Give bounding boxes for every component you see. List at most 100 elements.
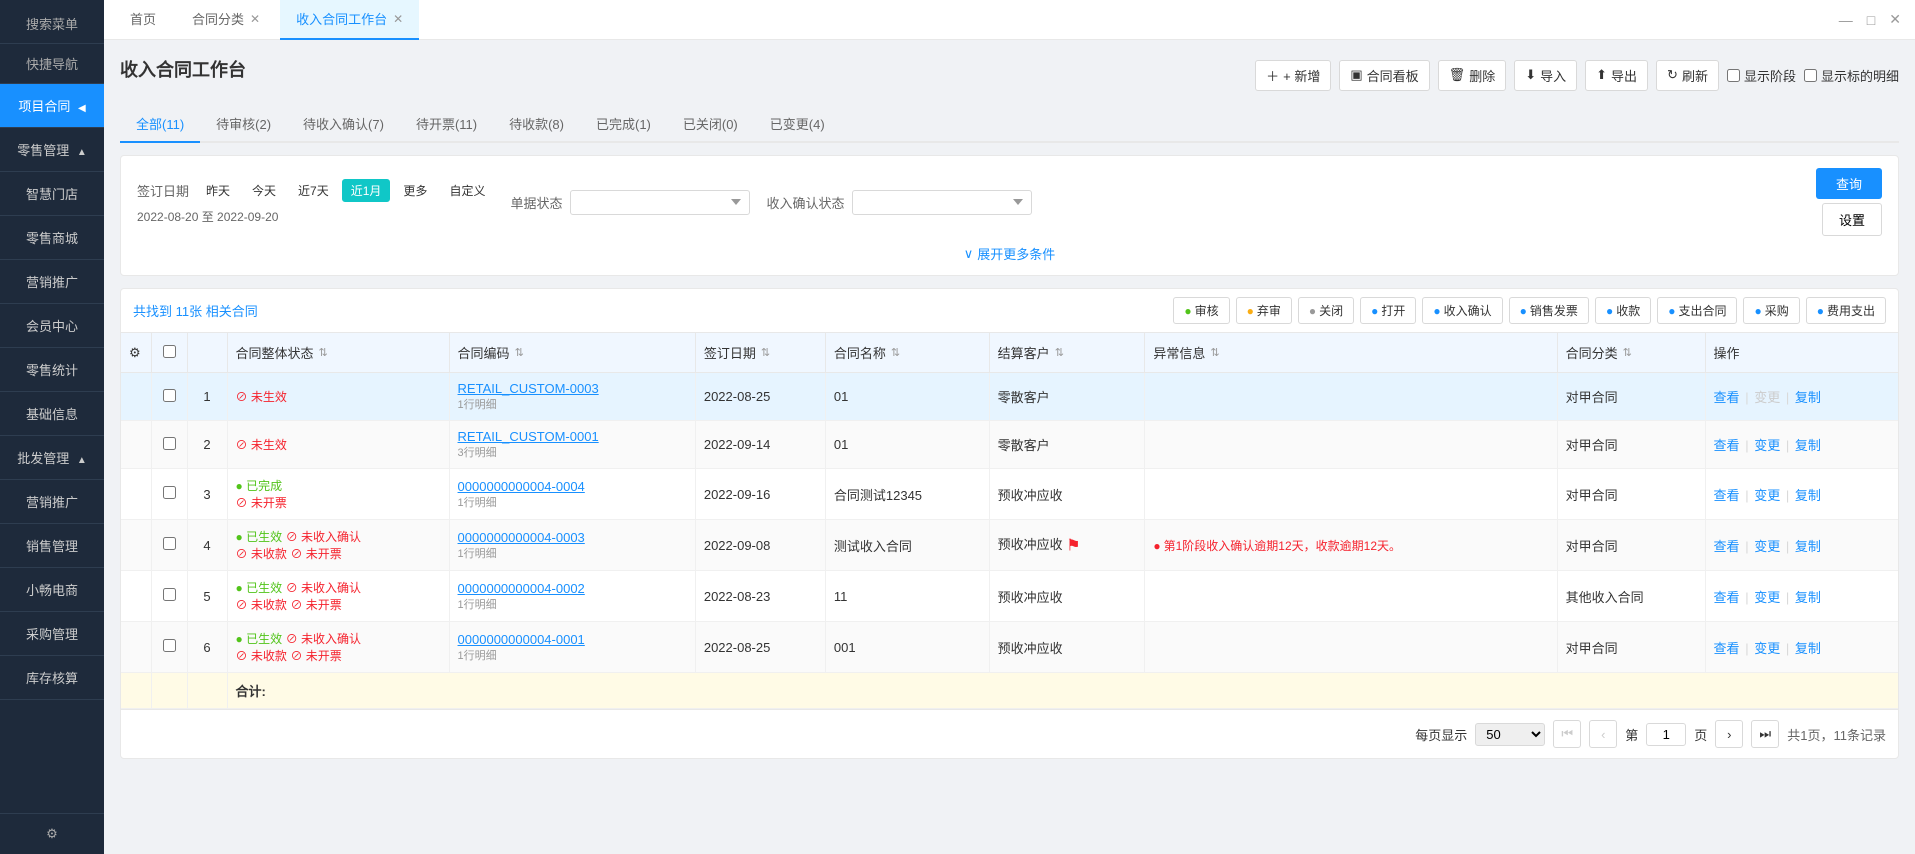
contract-link[interactable]: 0000000000004-0003 [458,530,585,545]
op-change[interactable]: 变更 [1754,641,1780,656]
sidebar-item-basic-info[interactable]: 基础信息 [0,392,104,436]
op-copy[interactable]: 复制 [1795,488,1821,503]
op-view[interactable]: 查看 [1714,488,1740,503]
op-view[interactable]: 查看 [1714,539,1740,554]
col-sign-date[interactable]: 签订日期 ⇅ [695,333,825,373]
contract-link[interactable]: 0000000000004-0004 [458,479,585,494]
contract-board-button[interactable]: ▣ 合同看板 [1339,60,1429,91]
date-btn-today[interactable]: 今天 [243,179,285,202]
date-btn-more[interactable]: 更多 [394,179,436,202]
date-btn-7days[interactable]: 近7天 [289,179,338,202]
delete-button[interactable]: 🗑 删除 [1438,60,1507,91]
income-confirm-select[interactable] [852,190,1032,215]
import-button[interactable]: ⬇ 导入 [1514,60,1577,91]
select-all-checkbox[interactable] [163,345,176,358]
status-tab-pending-payment[interactable]: 待收款(8) [493,106,580,143]
print-action-btn[interactable]: ● 打开 [1360,297,1416,324]
tab-home[interactable]: 首页 [114,0,172,40]
status-tab-completed[interactable]: 已完成(1) [580,106,667,143]
sidebar-item-retail-mall[interactable]: 零售商城 [0,216,104,260]
op-view[interactable]: 查看 [1714,590,1740,605]
sidebar-item-sales-mgmt[interactable]: 销售管理 [0,524,104,568]
cell-checkbox[interactable] [151,520,187,571]
expand-filter-button[interactable]: ∨ 展开更多条件 [964,244,1056,263]
close-action-btn[interactable]: ● 关闭 [1298,297,1354,324]
date-btn-yesterday[interactable]: 昨天 [197,179,239,202]
sales-invoice-action-btn[interactable]: ● 销售发票 [1509,297,1589,324]
op-view[interactable]: 查看 [1714,438,1740,453]
last-page-button[interactable]: ⏭ [1751,720,1779,748]
tab-income-workbench[interactable]: 收入合同工作台 ✕ [280,0,419,40]
sidebar-item-member[interactable]: 会员中心 [0,304,104,348]
col-contract-name[interactable]: 合同名称 ⇅ [825,333,989,373]
tab-close-income-workbench[interactable]: ✕ [393,12,403,26]
filter-settings-button[interactable]: 设置 [1822,203,1882,236]
op-view[interactable]: 查看 [1714,641,1740,656]
sidebar-item-retail-mgmt[interactable]: 零售管理 ▲ [0,128,104,172]
sidebar-settings[interactable]: ⚙ [0,813,104,854]
maximize-button[interactable]: □ [1863,12,1879,28]
close-button[interactable]: ✕ [1885,11,1905,28]
op-change[interactable]: 变更 [1754,590,1780,605]
cell-checkbox[interactable] [151,571,187,622]
cell-checkbox[interactable] [151,421,187,469]
show-details-checkbox[interactable]: 显示标的明细 [1804,66,1899,85]
prev-page-button[interactable]: ‹ [1589,720,1617,748]
op-copy[interactable]: 复制 [1795,539,1821,554]
page-input[interactable] [1646,723,1686,746]
sidebar-item-project[interactable]: 项目合同 ◀ [0,84,104,128]
op-copy[interactable]: 复制 [1795,641,1821,656]
op-view[interactable]: 查看 [1714,390,1740,405]
op-change[interactable]: 变更 [1754,539,1780,554]
page-size-select[interactable]: 50 20 100 [1475,723,1545,746]
tab-close-contract-category[interactable]: ✕ [250,12,260,26]
abandon-action-btn[interactable]: ● 弃审 [1236,297,1292,324]
sidebar-item-sales-marketing[interactable]: 营销推广 [0,480,104,524]
sidebar-quick-nav[interactable]: 快捷导航 [0,44,104,84]
col-settings[interactable]: ⚙ [121,333,151,373]
cell-checkbox[interactable] [151,373,187,421]
cell-checkbox[interactable] [151,622,187,673]
col-overall-status[interactable]: 合同整体状态 ⇅ [227,333,449,373]
status-tab-pending-invoice[interactable]: 待开票(11) [400,106,493,143]
sidebar-item-inventory[interactable]: 库存核算 [0,656,104,700]
cell-checkbox[interactable] [151,469,187,520]
export-button[interactable]: ⬆ 导出 [1585,60,1648,91]
expense-contract-action-btn[interactable]: ● 支出合同 [1657,297,1737,324]
add-button[interactable]: ＋ + 新增 [1255,60,1331,91]
query-button[interactable]: 查询 [1816,168,1882,199]
col-settlement-customer[interactable]: 结算客户 ⇅ [989,333,1145,373]
expense-out-action-btn[interactable]: ● 费用支出 [1806,297,1886,324]
income-confirm-action-btn[interactable]: ● 收入确认 [1422,297,1502,324]
contract-link[interactable]: RETAIL_CUSTOM-0003 [458,381,599,396]
collection-action-btn[interactable]: ● 收款 [1595,297,1651,324]
sidebar-item-wholesale[interactable]: 批发管理 ▲ [0,436,104,480]
doc-status-select[interactable] [570,190,750,215]
op-copy[interactable]: 复制 [1795,590,1821,605]
contract-link[interactable]: 0000000000004-0001 [458,632,585,647]
status-tab-changed[interactable]: 已变更(4) [754,106,841,143]
contract-link[interactable]: 0000000000004-0002 [458,581,585,596]
op-copy[interactable]: 复制 [1795,438,1821,453]
show-fields-checkbox[interactable]: 显示阶段 [1727,66,1796,85]
sidebar-item-smart-store[interactable]: 智慧门店 [0,172,104,216]
refresh-button[interactable]: ↻ 刷新 [1656,60,1719,91]
first-page-button[interactable]: ⏮ [1553,720,1581,748]
op-change[interactable]: 变更 [1754,438,1780,453]
purchase-action-btn[interactable]: ● 采购 [1743,297,1799,324]
minimize-button[interactable]: — [1835,12,1857,28]
status-tab-pending-review[interactable]: 待审核(2) [200,106,287,143]
sidebar-search[interactable]: 搜索菜单 [0,0,104,44]
sidebar-item-xiaochange[interactable]: 小畅电商 [0,568,104,612]
status-tab-pending-confirm[interactable]: 待收入确认(7) [287,106,400,143]
status-tab-all[interactable]: 全部(11) [120,106,200,143]
op-copy[interactable]: 复制 [1795,390,1821,405]
sidebar-item-marketing[interactable]: 营销推广 [0,260,104,304]
contract-link[interactable]: RETAIL_CUSTOM-0001 [458,429,599,444]
status-tab-closed[interactable]: 已关闭(0) [667,106,754,143]
review-action-btn[interactable]: ● 审核 [1173,297,1229,324]
sidebar-item-retail-stats[interactable]: 零售统计 [0,348,104,392]
op-change[interactable]: 变更 [1754,488,1780,503]
date-btn-custom[interactable]: 自定义 [440,179,494,202]
date-btn-1month[interactable]: 近1月 [342,179,391,202]
